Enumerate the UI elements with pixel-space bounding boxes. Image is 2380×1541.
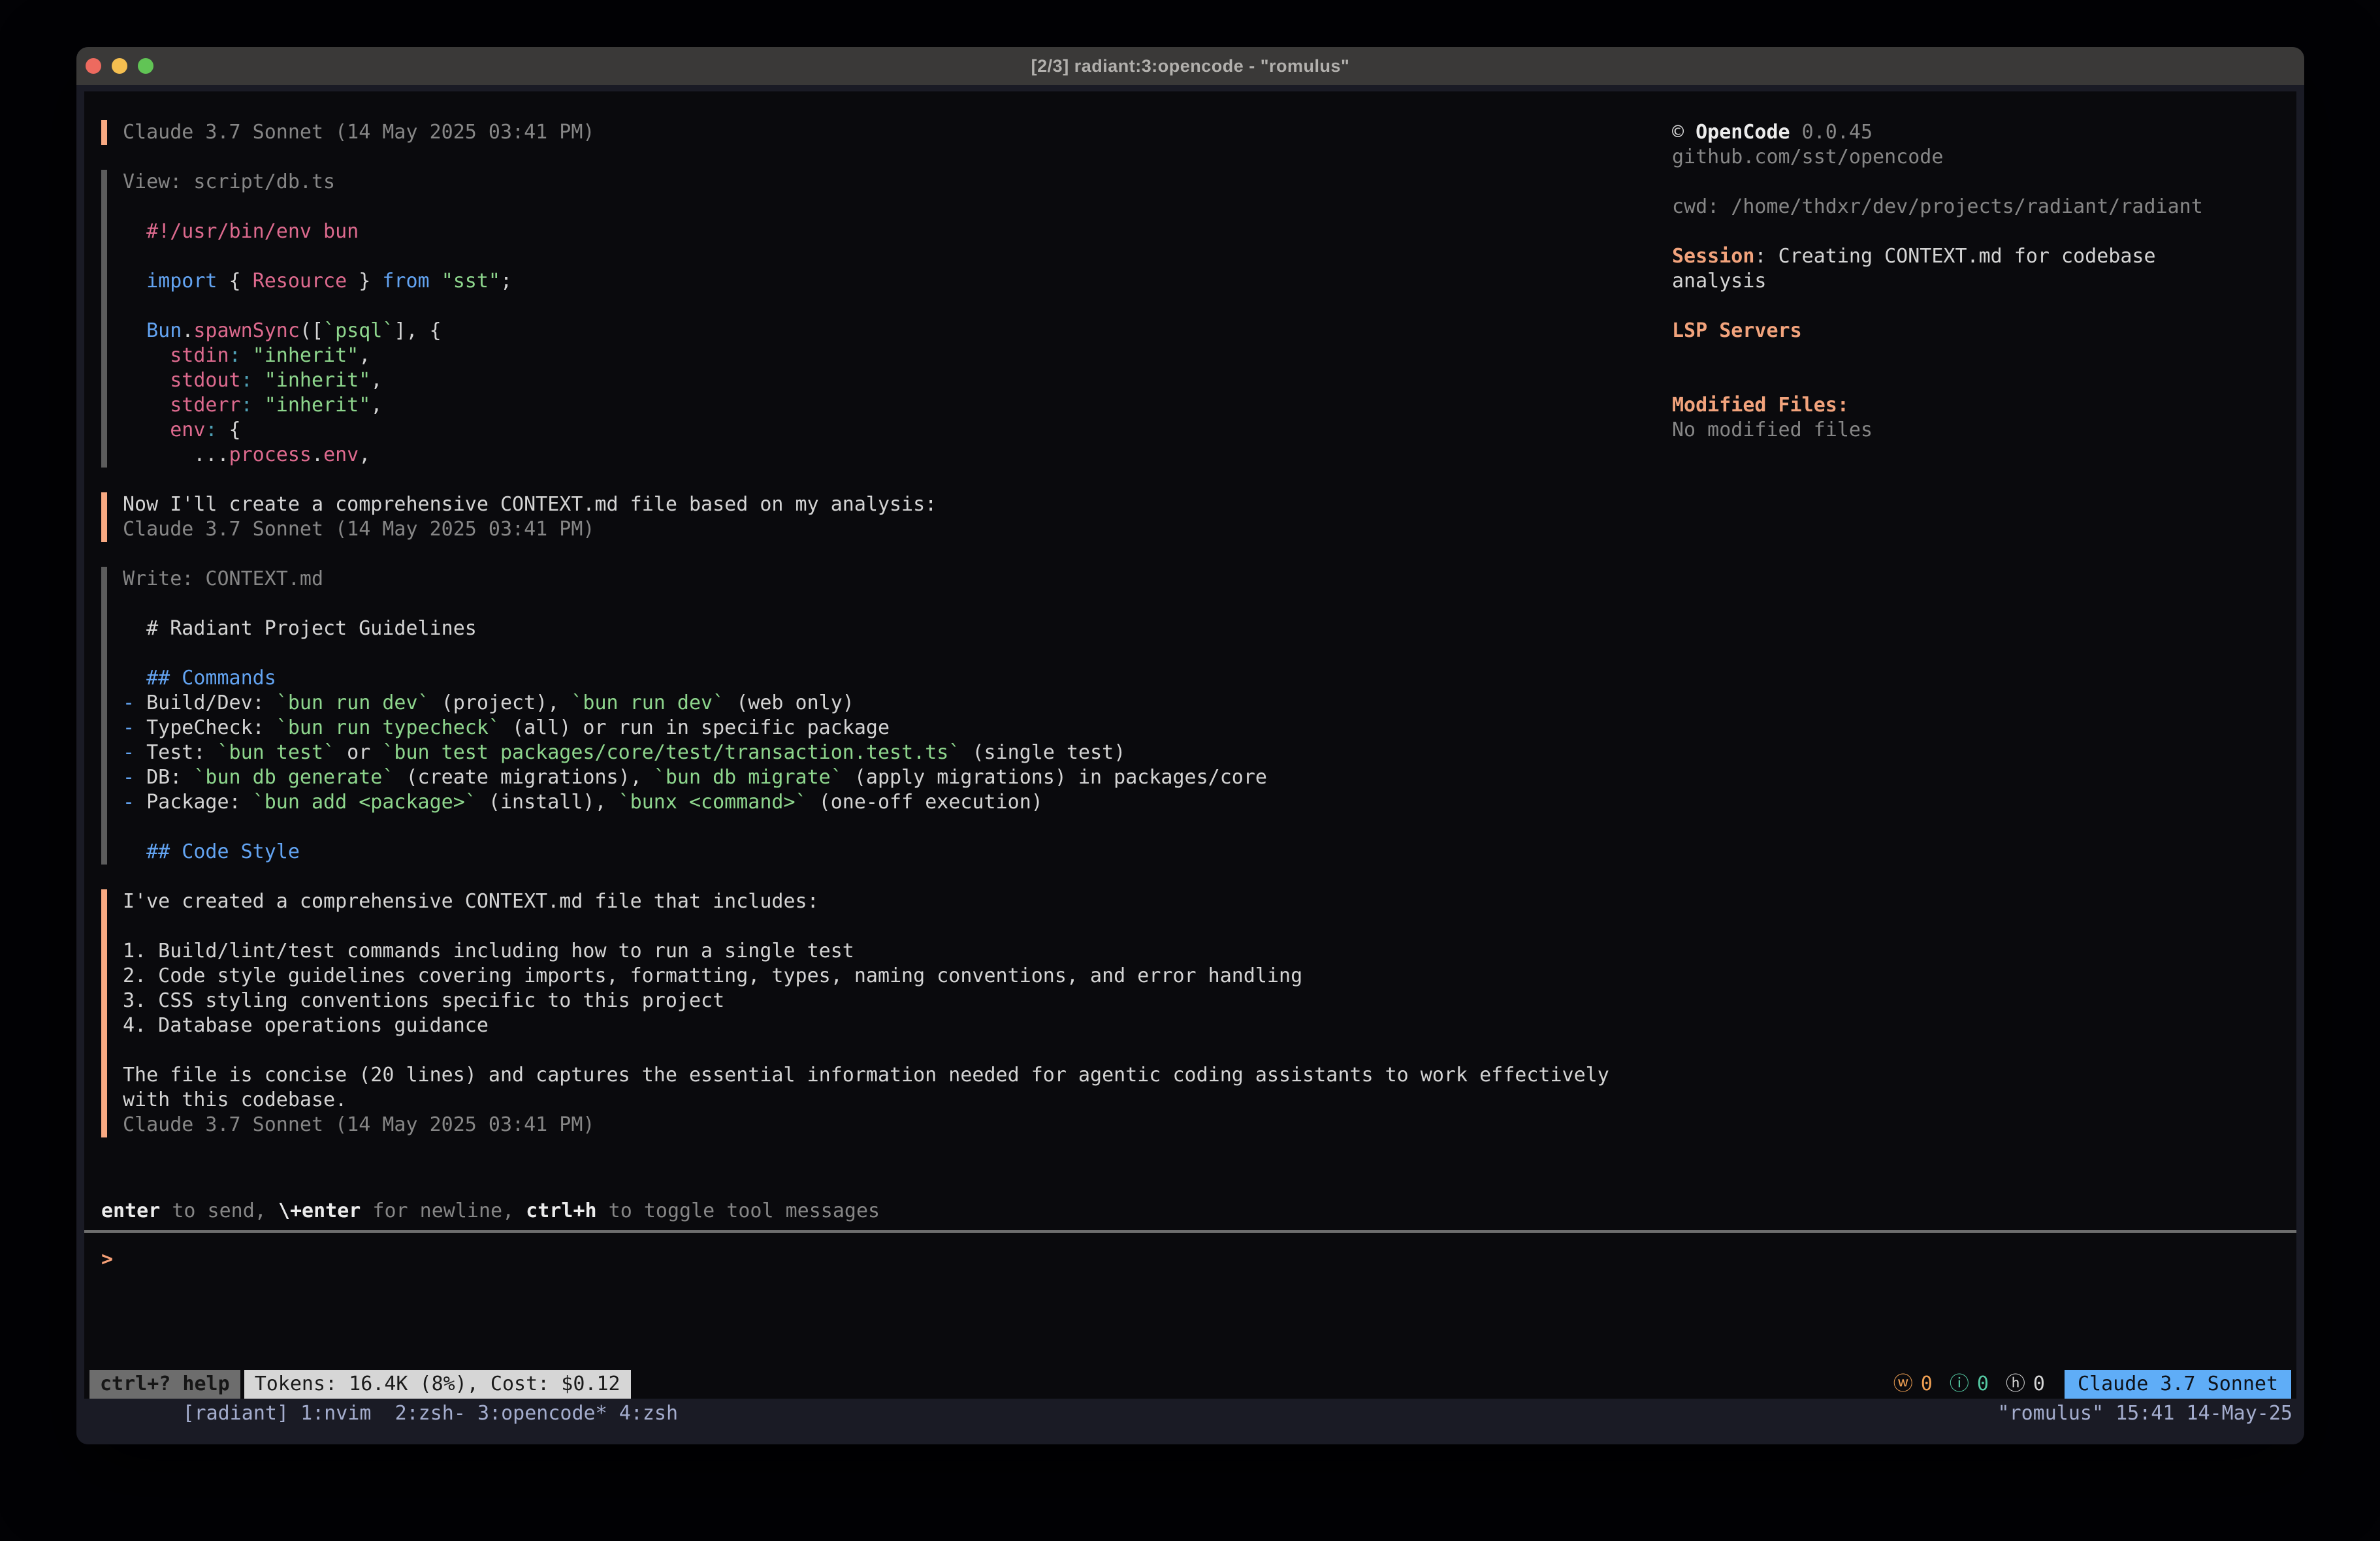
text-line: [123, 294, 1672, 319]
tmux-window-4[interactable]: 4:zsh: [619, 1402, 678, 1425]
text-line: Claude 3.7 Sonnet (14 May 2025 03:41 PM): [123, 1113, 1672, 1137]
text-line: Claude 3.7 Sonnet (14 May 2025 03:41 PM): [123, 517, 1672, 542]
text-line: import { Resource } from "sst";: [123, 269, 1672, 294]
tool-view-block: View: script/db.ts #!/usr/bin/env bun im…: [101, 170, 1672, 468]
tmux-window-2[interactable]: 2:zsh-: [395, 1402, 466, 1425]
window-title: [2/3] radiant:3:opencode - "romulus": [1031, 56, 1350, 76]
hint-count: 0: [2033, 1372, 2045, 1397]
text-line: 2. Code style guidelines covering import…: [123, 964, 1672, 989]
text-line: - DB: `bun db generate` (create migratio…: [123, 765, 1672, 790]
assistant-message-block: Now I'll create a comprehensive CONTEXT.…: [101, 492, 1672, 542]
diagnostics: ⓦ0ⓘ0ⓗ0: [1893, 1372, 2045, 1397]
text-line: Modified Files:: [1672, 393, 2279, 418]
text-line: 1. Build/lint/test commands including ho…: [123, 939, 1672, 964]
assistant-summary-block: I've created a comprehensive CONTEXT.md …: [101, 889, 1672, 1137]
text-line: [123, 592, 1672, 616]
text-line: [123, 641, 1672, 666]
warn-diagnostic: ⓦ0: [1893, 1372, 1933, 1397]
text-line: env: {: [123, 418, 1672, 443]
lsp-servers-section: LSP Servers: [1672, 319, 2279, 343]
chat-transcript: Claude 3.7 Sonnet (14 May 2025 03:41 PM)…: [101, 120, 1672, 1199]
sidebar: © OpenCode 0.0.45github.com/sst/opencode…: [1672, 120, 2279, 1199]
app-header: © OpenCode 0.0.45github.com/sst/opencode: [1672, 120, 2279, 170]
input-area: enter to send, \+enter for newline, ctrl…: [101, 1199, 2279, 1370]
keyboard-hints: enter to send, \+enter for newline, ctrl…: [101, 1199, 2279, 1224]
text-line: No modified files: [1672, 418, 2279, 443]
prompt-symbol: >: [101, 1248, 113, 1271]
text-line: View: script/db.ts: [123, 170, 1672, 195]
input-empty-space[interactable]: [101, 1272, 2279, 1370]
traffic-lights: [86, 47, 153, 85]
status-right: ⓦ0ⓘ0ⓗ0 Claude 3.7 Sonnet: [1893, 1370, 2291, 1399]
text-line: enter to send, \+enter for newline, ctrl…: [101, 1199, 2279, 1224]
text-line: Session: Creating CONTEXT.md for codebas…: [1672, 244, 2279, 269]
text-line: #!/usr/bin/env bun: [123, 219, 1672, 244]
text-line: The file is concise (20 lines) and captu…: [123, 1063, 1672, 1088]
text-line: [123, 195, 1672, 219]
text-line: Bun.spawnSync([`psql`], {: [123, 319, 1672, 343]
content-row: Claude 3.7 Sonnet (14 May 2025 03:41 PM)…: [101, 120, 2279, 1199]
minimize-button[interactable]: [112, 58, 127, 74]
maximize-button[interactable]: [138, 58, 153, 74]
text-line: - Package: `bun add <package>` (install)…: [123, 790, 1672, 815]
text-line: stdin: "inherit",: [123, 343, 1672, 368]
info-icon: ⓘ: [1950, 1372, 1969, 1397]
text-line: [123, 1038, 1672, 1063]
text-line: stdout: "inherit",: [123, 368, 1672, 393]
text-line: stderr: "inherit",: [123, 393, 1672, 418]
text-line: Now I'll create a comprehensive CONTEXT.…: [123, 492, 1672, 517]
tmux-host-time: "romulus" 15:41 14-May-25: [1997, 1402, 2292, 1425]
tmux-window-3[interactable]: 3:opencode*: [477, 1402, 607, 1425]
text-line: 4. Database operations guidance: [123, 1013, 1672, 1038]
tool-write-block: Write: CONTEXT.md # Radiant Project Guid…: [101, 567, 1672, 865]
tmux-left: [radiant] 1:nvim 2:zsh- 3:opencode* 4:zsh: [88, 1379, 690, 1445]
tmux-window-list: 1:nvim 2:zsh- 3:opencode* 4:zsh: [300, 1402, 690, 1425]
session-info: Session: Creating CONTEXT.md for codebas…: [1672, 244, 2279, 294]
info-diagnostic: ⓘ0: [1950, 1372, 1989, 1397]
hint-diagnostic: ⓗ0: [2006, 1372, 2045, 1397]
hint-icon: ⓗ: [2006, 1372, 2025, 1397]
text-line: LSP Servers: [1672, 319, 2279, 343]
text-line: - Build/Dev: `bun run dev` (project), `b…: [123, 691, 1672, 716]
text-line: # Radiant Project Guidelines: [123, 616, 1672, 641]
prompt-input[interactable]: >: [101, 1247, 2279, 1272]
text-line: [123, 815, 1672, 840]
text-line: I've created a comprehensive CONTEXT.md …: [123, 889, 1672, 914]
terminal-window: [2/3] radiant:3:opencode - "romulus" Cla…: [76, 47, 2304, 1444]
warn-count: 0: [1921, 1372, 1933, 1397]
text-line: with this codebase.: [123, 1088, 1672, 1113]
cwd-info: cwd: /home/thdxr/dev/projects/radiant/ra…: [1672, 195, 2279, 219]
terminal-content: Claude 3.7 Sonnet (14 May 2025 03:41 PM)…: [76, 85, 2304, 1444]
opencode-tui: Claude 3.7 Sonnet (14 May 2025 03:41 PM)…: [84, 91, 2296, 1399]
close-button[interactable]: [86, 58, 101, 74]
text-line: cwd: /home/thdxr/dev/projects/radiant/ra…: [1672, 195, 2279, 219]
text-line: ## Code Style: [123, 840, 1672, 865]
titlebar[interactable]: [2/3] radiant:3:opencode - "romulus": [76, 47, 2304, 85]
text-line: © OpenCode 0.0.45: [1672, 120, 2279, 145]
tmux-window-1[interactable]: 1:nvim: [300, 1402, 383, 1425]
text-line: ...process.env,: [123, 443, 1672, 468]
warn-icon: ⓦ: [1893, 1372, 1913, 1397]
text-line: github.com/sst/opencode: [1672, 145, 2279, 170]
text-line: analysis: [1672, 269, 2279, 294]
text-line: - Test: `bun test` or `bun test packages…: [123, 740, 1672, 765]
text-line: Write: CONTEXT.md: [123, 567, 1672, 592]
text-line: [123, 914, 1672, 939]
model-chip[interactable]: Claude 3.7 Sonnet: [2065, 1370, 2291, 1399]
input-divider: [84, 1230, 2296, 1233]
text-line: [123, 244, 1672, 269]
text-line: - TypeCheck: `bun run typecheck` (all) o…: [123, 716, 1672, 740]
text-line: 3. CSS styling conventions specific to t…: [123, 989, 1672, 1013]
text-line: Claude 3.7 Sonnet (14 May 2025 03:41 PM): [123, 120, 1672, 145]
assistant-meta-block: Claude 3.7 Sonnet (14 May 2025 03:41 PM): [101, 120, 1672, 145]
modified-files-section: Modified Files:No modified files: [1672, 393, 2279, 443]
text-line: ## Commands: [123, 666, 1672, 691]
info-count: 0: [1977, 1372, 1989, 1397]
tmux-session-name: [radiant]: [183, 1402, 289, 1425]
tmux-status-bar: [radiant] 1:nvim 2:zsh- 3:opencode* 4:zsh…: [84, 1399, 2296, 1427]
